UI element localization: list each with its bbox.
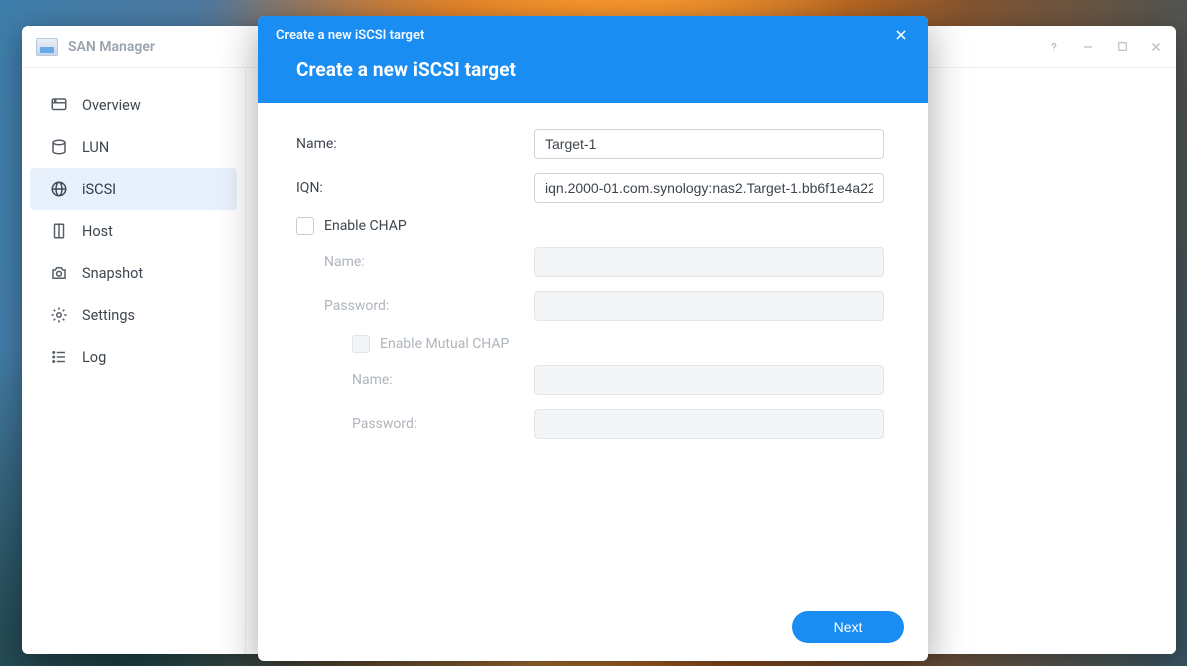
gear-icon [48,304,70,326]
sidebar-item-settings[interactable]: Settings [30,294,237,336]
iqn-label: IQN: [296,180,534,196]
chap-password-input [534,291,884,321]
close-window-icon[interactable] [1148,39,1164,55]
sidebar: Overview LUN iSCSI Host [22,68,246,654]
sidebar-item-label: Host [82,223,113,240]
camera-icon [48,262,70,284]
create-iscsi-target-dialog: Create a new iSCSI target Create a new i… [258,16,928,661]
name-input[interactable] [534,129,884,159]
sidebar-item-label: LUN [82,139,109,156]
disk-icon [48,136,70,158]
dashboard-icon [48,94,70,116]
enable-mutual-chap-label: Enable Mutual CHAP [380,336,509,352]
app-icon [36,38,58,56]
dialog-heading: Create a new iSCSI target [296,58,516,81]
close-icon[interactable] [892,26,910,44]
help-icon[interactable] [1046,39,1062,55]
window-controls [1046,39,1164,55]
chap-password-label: Password: [324,298,534,314]
sidebar-item-lun[interactable]: LUN [30,126,237,168]
app-title: SAN Manager [68,39,155,55]
dialog-footer: Next [258,601,928,661]
sidebar-item-label: iSCSI [82,181,116,198]
sidebar-item-label: Overview [82,97,141,114]
mutual-chap-name-input [534,365,884,395]
chap-name-input [534,247,884,277]
sidebar-item-iscsi[interactable]: iSCSI [30,168,237,210]
sidebar-item-snapshot[interactable]: Snapshot [30,252,237,294]
minimize-icon[interactable] [1080,39,1096,55]
iqn-input[interactable] [534,173,884,203]
sidebar-item-overview[interactable]: Overview [30,84,237,126]
sidebar-item-label: Log [82,349,106,366]
sidebar-item-label: Settings [82,307,135,324]
sidebar-item-host[interactable]: Host [30,210,237,252]
host-icon [48,220,70,242]
mutual-chap-password-label: Password: [352,416,534,432]
dialog-step-title: Create a new iSCSI target [276,28,424,43]
enable-mutual-chap-checkbox [352,335,370,353]
enable-chap-checkbox[interactable] [296,217,314,235]
next-button[interactable]: Next [792,611,904,643]
list-icon [48,346,70,368]
sidebar-item-label: Snapshot [82,265,143,282]
mutual-chap-password-input [534,409,884,439]
globe-icon [48,178,70,200]
chap-name-label: Name: [324,254,534,270]
name-label: Name: [296,136,534,152]
mutual-chap-name-label: Name: [352,372,534,388]
enable-chap-label: Enable CHAP [324,218,407,234]
dialog-header: Create a new iSCSI target Create a new i… [258,16,928,103]
dialog-body: Name: IQN: Enable CHAP Name: Password: E… [258,103,928,601]
sidebar-item-log[interactable]: Log [30,336,237,378]
maximize-icon[interactable] [1114,39,1130,55]
